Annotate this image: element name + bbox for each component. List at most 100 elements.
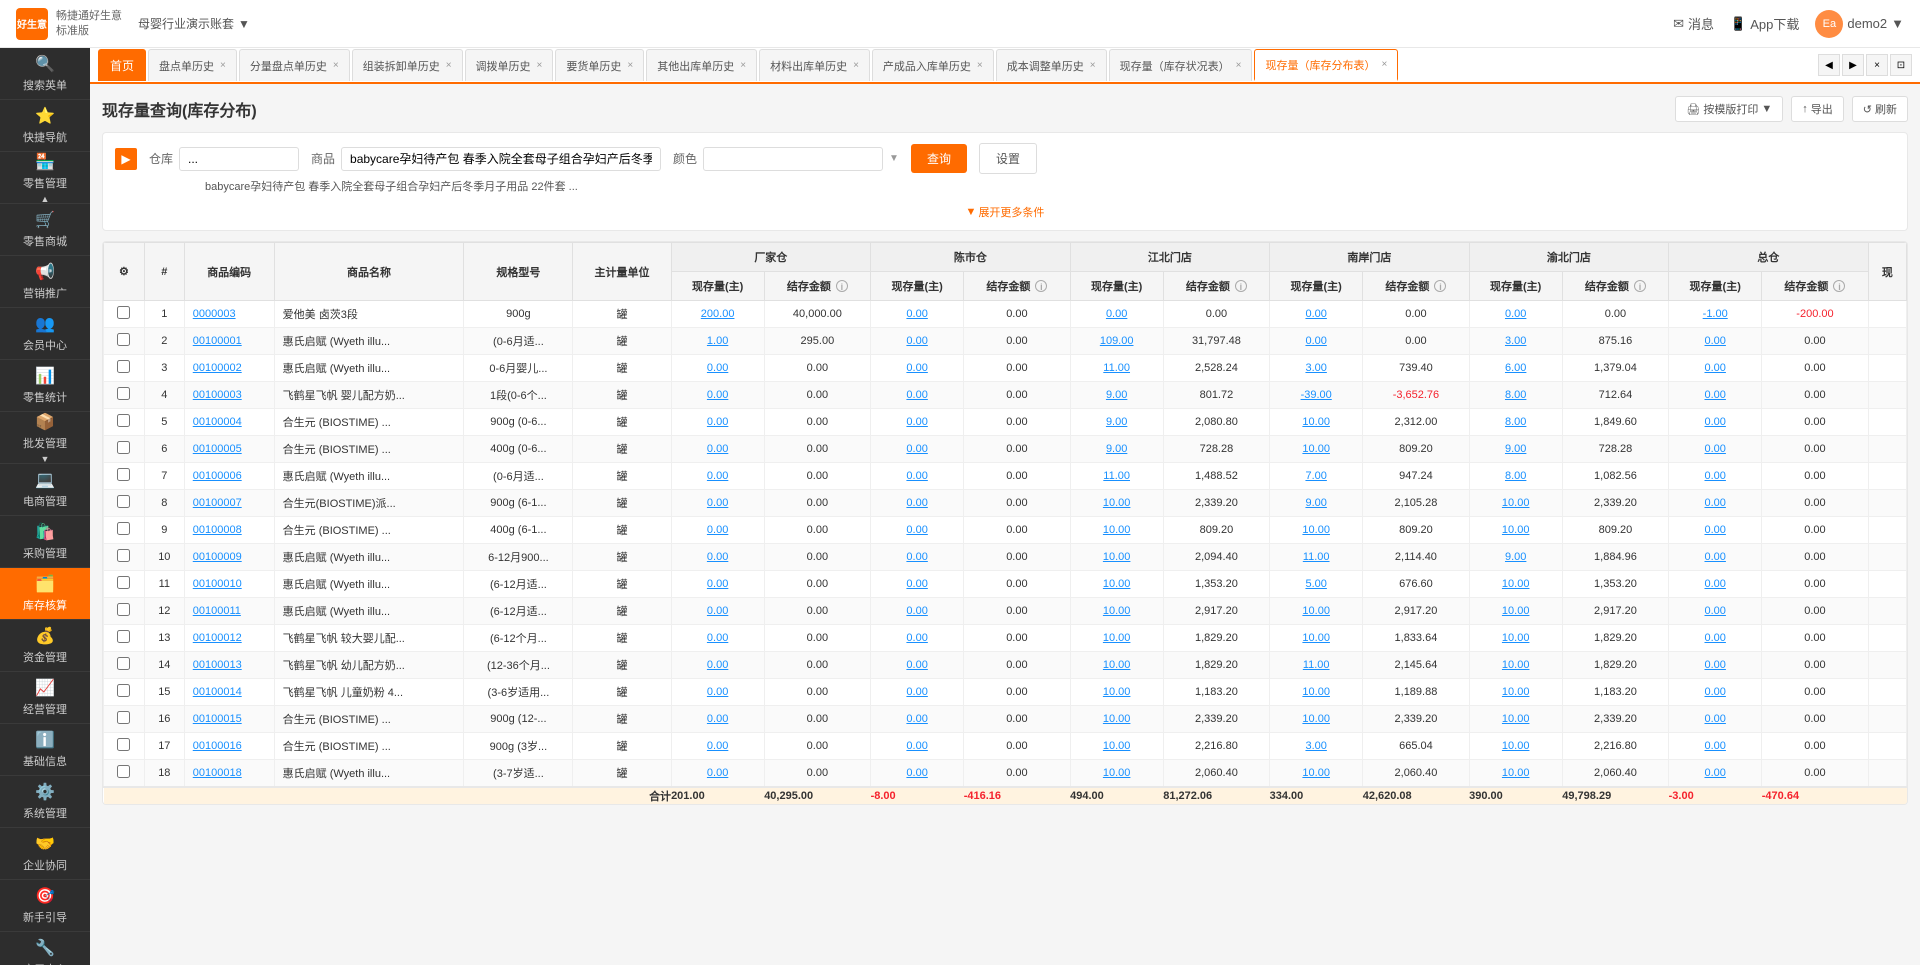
goods-input[interactable] xyxy=(341,147,661,171)
tab-product-in[interactable]: 产成品入库单历史 × xyxy=(872,49,994,81)
sidebar-item-purchase[interactable]: 🛍️ 采购管理 xyxy=(0,516,90,568)
sidebar-item-inventory[interactable]: 🗂️ 库存核算 xyxy=(0,568,90,620)
row-checkbox[interactable] xyxy=(117,549,130,562)
tab-close-9[interactable]: × xyxy=(1090,60,1096,71)
sidebar-item-members[interactable]: 👥 会员中心 xyxy=(0,308,90,360)
c-amount-info-icon[interactable]: i xyxy=(1035,280,1047,292)
tab-transfer[interactable]: 调拨单历史 × xyxy=(465,49,554,81)
goods-code-link[interactable]: 00100018 xyxy=(184,760,274,788)
row-checkbox[interactable] xyxy=(117,495,130,508)
sidebar-item-collaboration[interactable]: 🤝 企业协同 xyxy=(0,828,90,880)
app-download-btn[interactable]: 📱 App下载 xyxy=(1730,14,1799,33)
tab-close-5[interactable]: × xyxy=(627,60,633,71)
tab-close-11[interactable]: × xyxy=(1381,59,1387,70)
goods-code-link[interactable]: 00100005 xyxy=(184,436,274,463)
t-amount-info-icon[interactable]: i xyxy=(1833,280,1845,292)
tab-close-4[interactable]: × xyxy=(537,60,543,71)
row-checkbox[interactable] xyxy=(117,360,130,373)
tabs-prev-btn[interactable]: ◀ xyxy=(1818,54,1840,76)
sidebar-item-finance[interactable]: 💰 资金管理 xyxy=(0,620,90,672)
sidebar-item-ecommerce[interactable]: 💻 电商管理 xyxy=(0,464,90,516)
tab-inventory-count[interactable]: 盘点单历史 × xyxy=(148,49,237,81)
row-checkbox[interactable] xyxy=(117,522,130,535)
goods-code-link[interactable]: 00100016 xyxy=(184,733,274,760)
warehouse-input[interactable] xyxy=(179,147,299,171)
goods-code-link[interactable]: 00100008 xyxy=(184,517,274,544)
row-checkbox[interactable] xyxy=(117,306,130,319)
row-checkbox[interactable] xyxy=(117,738,130,751)
goods-code-link[interactable]: 00100013 xyxy=(184,652,274,679)
row-checkbox[interactable] xyxy=(117,414,130,427)
tabs-expand-btn[interactable]: ⊡ xyxy=(1890,54,1912,76)
tabs-next-btn[interactable]: ▶ xyxy=(1842,54,1864,76)
settings-btn[interactable]: 设置 xyxy=(979,143,1037,174)
tab-cost-adj[interactable]: 成本调整单历史 × xyxy=(996,49,1107,81)
sidebar-item-mall[interactable]: 🛒 零售商城 xyxy=(0,204,90,256)
goods-code-link[interactable]: 00100011 xyxy=(184,598,274,625)
goods-code-link[interactable]: 0000003 xyxy=(184,301,274,328)
tab-stock-status[interactable]: 现存量（库存状况表） × xyxy=(1109,49,1253,81)
filter-toggle-btn[interactable]: ▶ xyxy=(115,148,137,170)
goods-code-link[interactable]: 00100001 xyxy=(184,328,274,355)
tab-split-count[interactable]: 分量盘点单历史 × xyxy=(239,49,350,81)
row-checkbox[interactable] xyxy=(117,603,130,616)
print-btn[interactable]: 🖨 按模版打印 ▼ xyxy=(1675,96,1783,122)
messages-btn[interactable]: ✉ 消息 xyxy=(1673,14,1714,33)
goods-code-link[interactable]: 00100002 xyxy=(184,355,274,382)
tab-close-6[interactable]: × xyxy=(740,60,746,71)
tab-home[interactable]: 首页 xyxy=(98,49,146,81)
sidebar-item-operations[interactable]: 📈 经营管理 xyxy=(0,672,90,724)
sidebar-item-quicknav[interactable]: ⭐ 快捷导航 xyxy=(0,100,90,152)
tab-material-out[interactable]: 材料出库单历史 × xyxy=(759,49,870,81)
goods-code-link[interactable]: 00100014 xyxy=(184,679,274,706)
goods-code-link[interactable]: 00100015 xyxy=(184,706,274,733)
tab-close-7[interactable]: × xyxy=(853,60,859,71)
tab-close-10[interactable]: × xyxy=(1236,60,1242,71)
tab-close-2[interactable]: × xyxy=(333,60,339,71)
j-amount-info-icon[interactable]: i xyxy=(1235,280,1247,292)
goods-code-link[interactable]: 00100004 xyxy=(184,409,274,436)
tab-close-1[interactable]: × xyxy=(220,60,226,71)
row-checkbox[interactable] xyxy=(117,441,130,454)
tab-assembly[interactable]: 组装拆卸单历史 × xyxy=(352,49,463,81)
tab-close-3[interactable]: × xyxy=(446,60,452,71)
row-checkbox[interactable] xyxy=(117,630,130,643)
sidebar-item-basic-info[interactable]: ℹ️ 基础信息 xyxy=(0,724,90,776)
tab-stock-distribution[interactable]: 现存量（库存分布表） × xyxy=(1254,49,1398,81)
tab-requisition[interactable]: 要货单历史 × xyxy=(555,49,644,81)
color-input[interactable] xyxy=(703,147,883,171)
row-checkbox[interactable] xyxy=(117,468,130,481)
sidebar-item-retail-stats[interactable]: 📊 零售统计 xyxy=(0,360,90,412)
row-checkbox[interactable] xyxy=(117,576,130,589)
refresh-btn[interactable]: ↺ 刷新 xyxy=(1852,96,1908,122)
goods-code-link[interactable]: 00100006 xyxy=(184,463,274,490)
suite-dropdown[interactable]: 母婴行业演示账套 ▼ xyxy=(138,15,250,32)
expand-btn[interactable]: ▼ 展开更多条件 xyxy=(966,204,1045,220)
sidebar-item-wholesale[interactable]: 📦 批发管理 ▼ xyxy=(0,412,90,464)
sidebar-item-search[interactable]: 🔍 搜索英单 xyxy=(0,48,90,100)
query-btn[interactable]: 查询 xyxy=(911,144,967,173)
goods-code-link[interactable]: 00100012 xyxy=(184,625,274,652)
export-btn[interactable]: ↑ 导出 xyxy=(1791,96,1844,122)
row-checkbox[interactable] xyxy=(117,387,130,400)
color-dropdown-icon[interactable]: ▼ xyxy=(889,153,899,164)
goods-code-link[interactable]: 00100009 xyxy=(184,544,274,571)
tab-other-out[interactable]: 其他出库单历史 × xyxy=(646,49,757,81)
row-checkbox[interactable] xyxy=(117,657,130,670)
tab-close-8[interactable]: × xyxy=(977,60,983,71)
sidebar-item-retail[interactable]: 🏪 零售管理 ▲ xyxy=(0,152,90,204)
goods-code-link[interactable]: 00100010 xyxy=(184,571,274,598)
row-checkbox[interactable] xyxy=(117,765,130,778)
y-amount-info-icon[interactable]: i xyxy=(1634,280,1646,292)
row-checkbox[interactable] xyxy=(117,711,130,724)
row-checkbox[interactable] xyxy=(117,684,130,697)
goods-code-link[interactable]: 00100003 xyxy=(184,382,274,409)
sidebar-item-app-center[interactable]: 🔧 应用中心 xyxy=(0,932,90,965)
user-area[interactable]: Ea demo2 ▼ xyxy=(1815,10,1904,38)
tabs-close-all-btn[interactable]: × xyxy=(1866,54,1888,76)
sidebar-item-tutorial[interactable]: 🎯 新手引导 xyxy=(0,880,90,932)
n-amount-info-icon[interactable]: i xyxy=(1434,280,1446,292)
f-amount-info-icon[interactable]: i xyxy=(836,280,848,292)
sidebar-item-marketing[interactable]: 📢 营销推广 xyxy=(0,256,90,308)
goods-code-link[interactable]: 00100007 xyxy=(184,490,274,517)
